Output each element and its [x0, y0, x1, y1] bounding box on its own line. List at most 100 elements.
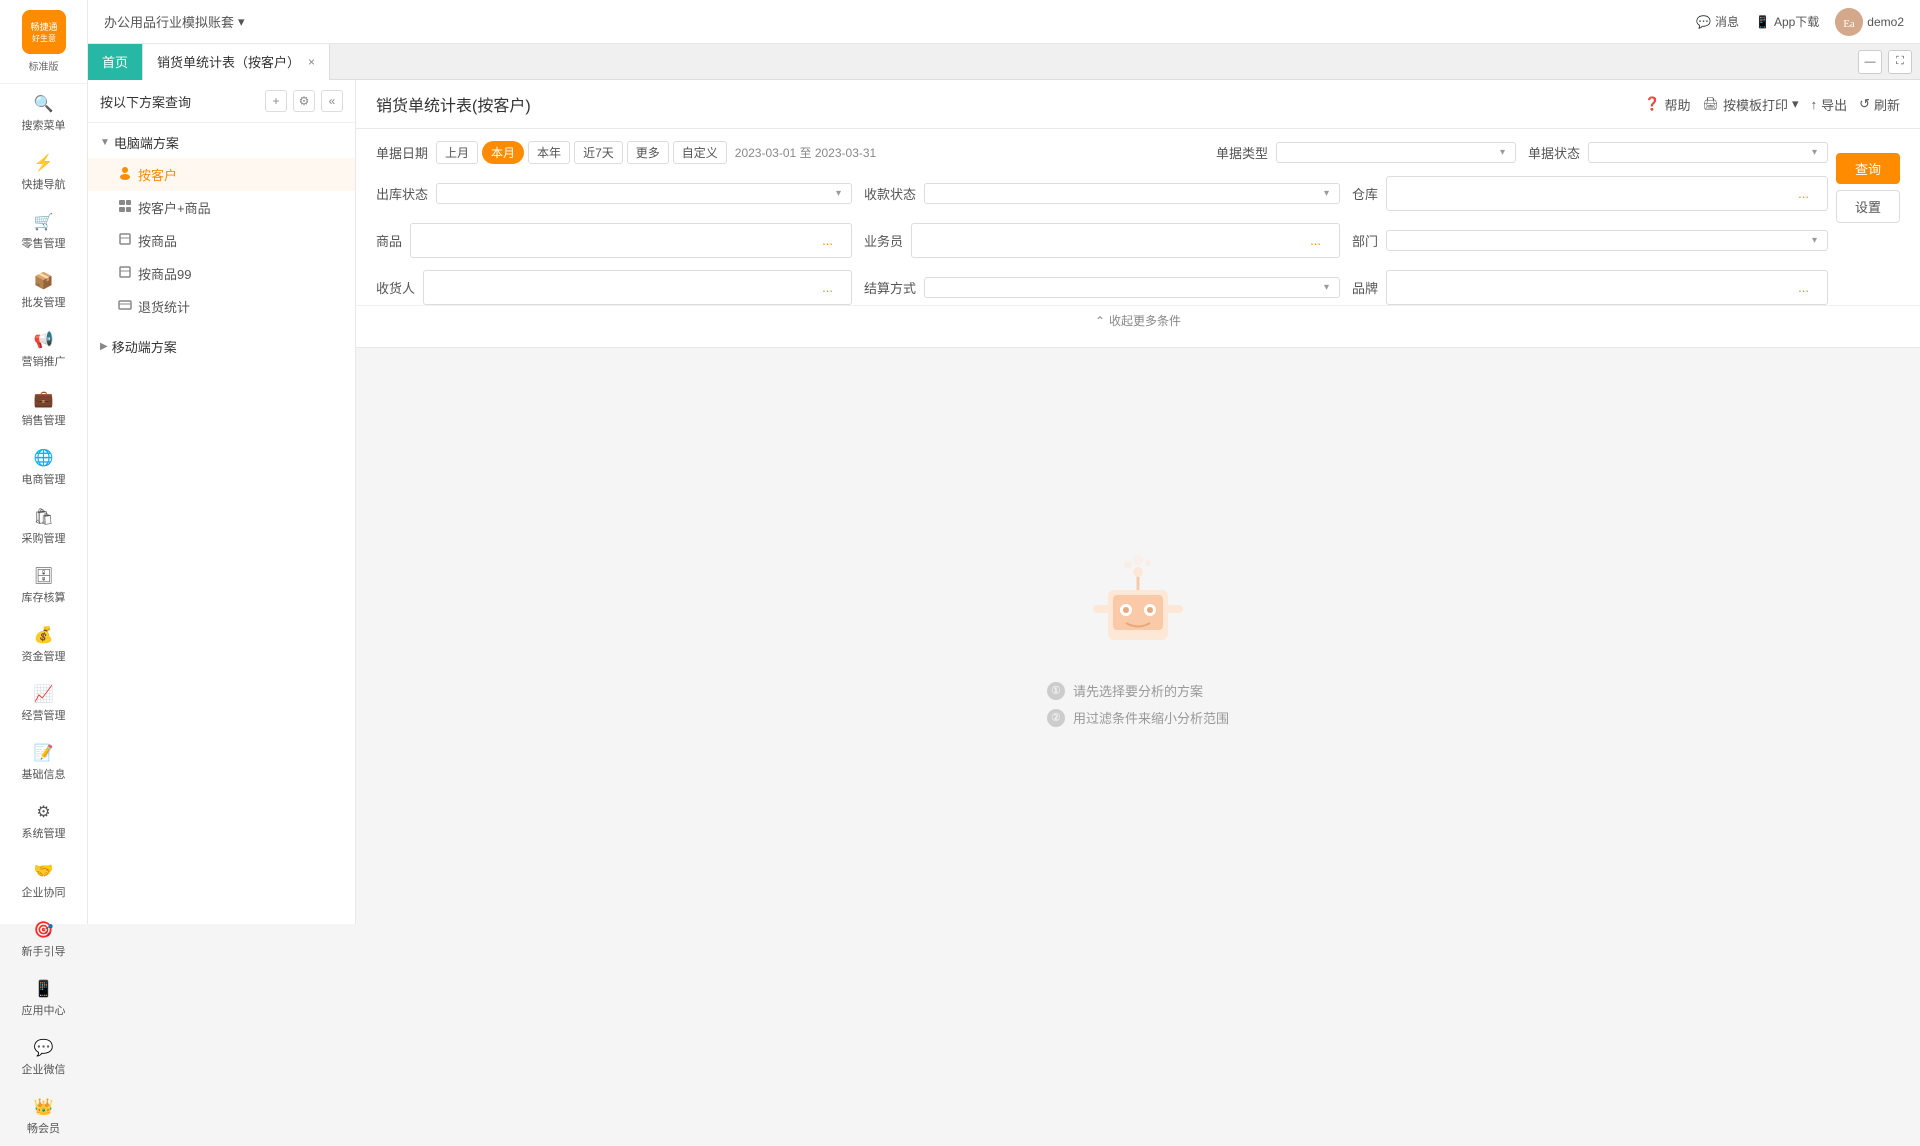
desktop-scheme-group: ▼ 电脑端方案 按客户: [88, 123, 355, 327]
sidebar-label-finance: 资金管理: [22, 648, 66, 664]
page-header-top: 销货单统计表(按客户) ❓ 帮助 🖨 按模板打印 ▾ ↑: [376, 92, 1900, 116]
sidebar-label-sales: 销售管理: [22, 412, 66, 428]
sidebar-label-basic: 基础信息: [22, 766, 66, 782]
main-area: 办公用品行业模拟账套 ▾ 💬 消息 📱 App下载 Ea demo: [88, 0, 1920, 924]
mobile-group-header[interactable]: ▶ 移动端方案: [88, 331, 355, 362]
sidebar-item-inventory[interactable]: 🗄 库存核算: [0, 556, 87, 615]
desktop-group-label: 电脑端方案: [114, 133, 179, 152]
mobile-group-expand-icon: ▶: [100, 341, 108, 352]
app-download-btn[interactable]: 📱 App下载: [1755, 13, 1819, 30]
filter-area: 单据日期 上月 本月 本年 近7天 更多 自定义 2023-03-01 至 20…: [356, 129, 1920, 348]
sidebar-item-operation[interactable]: 📈 经营管理: [0, 674, 87, 733]
doc-type-chevron: ▾: [1500, 147, 1505, 158]
department-select[interactable]: ▾: [1386, 230, 1828, 251]
date-btn-custom[interactable]: 自定义: [673, 141, 727, 164]
settings-button[interactable]: 设置: [1836, 190, 1900, 223]
salesperson-filter: 业务员 ...: [864, 223, 1340, 258]
tip2-num: ②: [1047, 709, 1065, 727]
scheme-customer-label: 按客户: [138, 165, 177, 184]
date-filter-cell: 单据日期 上月 本月 本年 近7天 更多 自定义 2023-03-01 至 20…: [376, 141, 876, 164]
refresh-btn[interactable]: ↺ 刷新: [1859, 95, 1900, 114]
sidebar-item-newbie[interactable]: 🎯 新手引导: [0, 910, 87, 969]
sidebar-item-enterprise[interactable]: 🤝 企业协同: [0, 851, 87, 910]
tab-close-icon[interactable]: ×: [308, 55, 315, 69]
sidebar-item-search[interactable]: 🔍 搜索菜单: [0, 84, 87, 143]
sidebar-item-member[interactable]: 👑 畅会员: [0, 1087, 87, 1146]
sidebar-item-appcenter[interactable]: 📱 应用中心: [0, 969, 87, 1028]
add-scheme-btn[interactable]: +: [265, 90, 287, 112]
right-content: 销货单统计表(按客户) ❓ 帮助 🖨 按模板打印 ▾ ↑: [356, 80, 1920, 924]
active-tab-label: 销货单统计表（按客户）: [157, 52, 300, 71]
date-btn-this-year[interactable]: 本年: [528, 141, 570, 164]
date-btn-more[interactable]: 更多: [627, 141, 669, 164]
tab-home[interactable]: 首页: [88, 44, 143, 80]
salesperson-input[interactable]: ...: [911, 223, 1340, 258]
query-button[interactable]: 查询: [1836, 153, 1900, 184]
doc-status-select[interactable]: ▾: [1588, 142, 1828, 163]
sidebar-item-finance[interactable]: 💰 资金管理: [0, 615, 87, 674]
date-btn-prev-month[interactable]: 上月: [436, 141, 478, 164]
out-status-select[interactable]: ▾: [436, 183, 852, 204]
department-label: 部门: [1352, 231, 1378, 250]
sidebar-item-wechat[interactable]: 💬 企业微信: [0, 1028, 87, 1087]
sidebar-label-newbie: 新手引导: [22, 943, 66, 959]
sidebar-item-quicknav[interactable]: ⚡ 快捷导航: [0, 143, 87, 202]
scheme-item-goods[interactable]: 按商品: [88, 224, 355, 257]
message-btn[interactable]: 💬 消息: [1696, 13, 1739, 30]
doc-status-chevron: ▾: [1812, 147, 1817, 158]
template-print-btn[interactable]: 🖨 按模板打印 ▾: [1703, 95, 1799, 114]
receipt-status-select[interactable]: ▾: [924, 183, 1340, 204]
goods-dots: ...: [814, 229, 841, 252]
receiver-input[interactable]: ...: [423, 270, 852, 305]
payment-chevron: ▾: [1324, 282, 1329, 293]
message-icon: 💬: [1696, 15, 1711, 29]
goods-input[interactable]: ...: [410, 223, 852, 258]
warehouse-input[interactable]: ...: [1386, 176, 1828, 211]
date-btn-7days[interactable]: 近7天: [574, 141, 623, 164]
date-btn-this-month[interactable]: 本月: [482, 141, 524, 164]
refresh-label: 刷新: [1874, 95, 1900, 114]
desktop-group-header[interactable]: ▼ 电脑端方案: [88, 127, 355, 158]
warehouse-filter: 仓库 ...: [1352, 176, 1828, 211]
help-btn[interactable]: ❓ 帮助: [1644, 95, 1690, 114]
date-label: 单据日期: [376, 143, 428, 162]
empty-tip-1: ① 请先选择要分析的方案: [1047, 681, 1229, 700]
header-left: 办公用品行业模拟账套 ▾: [104, 12, 245, 31]
scheme-item-customer[interactable]: 按客户: [88, 158, 355, 191]
sidebar-item-basic[interactable]: 📝 基础信息: [0, 733, 87, 792]
settings-scheme-btn[interactable]: ⚙: [293, 90, 315, 112]
sidebar-item-ecommerce[interactable]: 🌐 电商管理: [0, 438, 87, 497]
scheme-item-customer-goods[interactable]: 按客户+商品: [88, 191, 355, 224]
payment-select[interactable]: ▾: [924, 277, 1340, 298]
industry-dropdown[interactable]: 办公用品行业模拟账套 ▾: [104, 12, 245, 31]
collapse-panel-btn[interactable]: «: [321, 90, 343, 112]
sidebar-item-marketing[interactable]: 📢 营销推广: [0, 320, 87, 379]
tab-maximize-btn[interactable]: ⛶: [1888, 50, 1912, 74]
newbie-icon: 🎯: [34, 920, 54, 940]
sidebar-item-sales[interactable]: 💼 销售管理: [0, 379, 87, 438]
export-btn[interactable]: ↑ 导出: [1811, 95, 1848, 114]
out-status-chevron: ▾: [836, 188, 841, 199]
tab-sales-stats[interactable]: 销货单统计表（按客户） ×: [143, 44, 330, 80]
collapse-filter-btn[interactable]: ⌃ 收起更多条件: [356, 305, 1920, 335]
refresh-icon: ↺: [1859, 96, 1870, 112]
sidebar-label-appcenter: 应用中心: [22, 1002, 66, 1018]
sidebar-item-system[interactable]: ⚙ 系统管理: [0, 792, 87, 851]
user-avatar: Ea: [1835, 8, 1863, 36]
warehouse-dots: ...: [1790, 182, 1817, 205]
doc-type-select[interactable]: ▾: [1276, 142, 1516, 163]
sidebar-label-wholesale: 批发管理: [22, 294, 66, 310]
brand-label: 品牌: [1352, 278, 1378, 297]
doc-type-filter: 单据类型 ▾: [1216, 142, 1516, 163]
brand-input[interactable]: ...: [1386, 270, 1828, 305]
sidebar-item-purchase[interactable]: 🛍 采购管理: [0, 497, 87, 556]
sidebar-item-retail[interactable]: 🛒 零售管理: [0, 202, 87, 261]
scheme-item-returns[interactable]: 退货统计: [88, 290, 355, 323]
username-label: demo2: [1867, 15, 1904, 29]
tab-minimize-btn[interactable]: —: [1858, 50, 1882, 74]
user-profile-btn[interactable]: Ea demo2: [1835, 8, 1904, 36]
scheme-item-goods99[interactable]: 按商品99: [88, 257, 355, 290]
sidebar-item-wholesale[interactable]: 📦 批发管理: [0, 261, 87, 320]
sidebar-label-system: 系统管理: [22, 825, 66, 841]
filter-header-row: 单据日期 上月 本月 本年 近7天 更多 自定义 2023-03-01 至 20…: [376, 141, 1900, 305]
